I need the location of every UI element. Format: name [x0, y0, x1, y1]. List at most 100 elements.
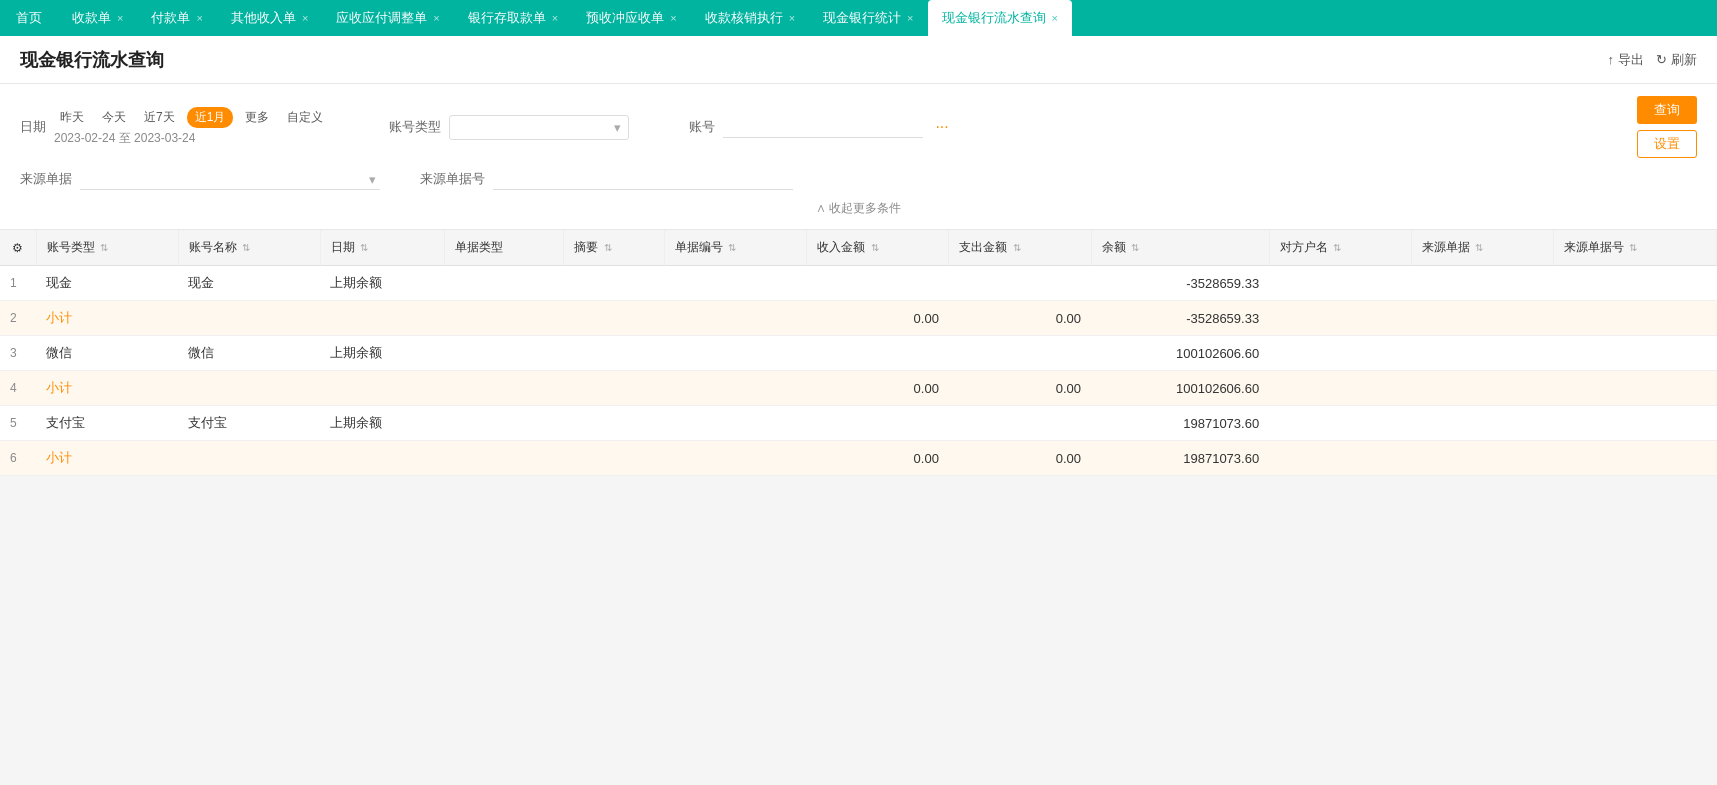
account-name-cell	[178, 301, 320, 336]
source-doc-cell	[1411, 371, 1553, 406]
sort-expense-icon[interactable]: ⇅	[1013, 242, 1021, 253]
th-date[interactable]: 日期 ⇅	[320, 230, 444, 266]
date-btn-1month[interactable]: 近1月	[187, 107, 234, 128]
table-settings-icon[interactable]: ⚙	[12, 241, 23, 255]
doc-number-cell	[665, 441, 807, 476]
nav-tab-1[interactable]: 付款单 ×	[137, 0, 216, 36]
source-doc-num-cell	[1554, 441, 1717, 476]
source-doc-select[interactable]	[80, 168, 380, 190]
nav-tab-0[interactable]: 收款单 ×	[58, 0, 137, 36]
date-cell: 上期余额	[320, 336, 444, 371]
nav-tab-8[interactable]: 现金银行流水查询 ×	[928, 0, 1072, 36]
date-btn-7days[interactable]: 近7天	[138, 107, 181, 128]
th-settings[interactable]: ⚙	[0, 230, 36, 266]
close-tab-6-icon[interactable]: ×	[789, 0, 795, 36]
date-btn-more[interactable]: 更多	[239, 107, 275, 128]
action-buttons: 查询 设置	[1637, 96, 1697, 158]
sort-summary-icon[interactable]: ⇅	[604, 242, 612, 253]
nav-tab-2[interactable]: 其他收入单 ×	[217, 0, 322, 36]
source-doc-num-cell	[1554, 371, 1717, 406]
close-tab-7-icon[interactable]: ×	[907, 0, 913, 36]
table-row: 6小计0.000.0019871073.60	[0, 441, 1717, 476]
sort-account-name-icon[interactable]: ⇅	[242, 242, 250, 253]
date-btn-yesterday[interactable]: 昨天	[54, 107, 90, 128]
sort-source-doc-num-icon[interactable]: ⇅	[1629, 242, 1637, 253]
close-tab-0-icon[interactable]: ×	[117, 0, 123, 36]
counterparty-cell	[1269, 406, 1411, 441]
th-source-doc-num[interactable]: 来源单据号 ⇅	[1554, 230, 1717, 266]
th-account-name[interactable]: 账号名称 ⇅	[178, 230, 320, 266]
date-btn-custom[interactable]: 自定义	[281, 107, 329, 128]
th-expense[interactable]: 支出金额 ⇅	[949, 230, 1091, 266]
sort-account-type-icon[interactable]: ⇅	[100, 242, 108, 253]
table-row: 3微信微信上期余额100102606.60	[0, 336, 1717, 371]
account-label: 账号	[689, 118, 715, 136]
nav-tab-7[interactable]: 现金银行统计 ×	[809, 0, 927, 36]
sort-balance-icon[interactable]: ⇅	[1131, 242, 1139, 253]
source-doc-num-input[interactable]	[493, 168, 793, 190]
nav-tab-5[interactable]: 预收冲应收单 ×	[572, 0, 690, 36]
account-type-select[interactable]	[449, 115, 629, 140]
account-picker-btn[interactable]: ···	[931, 118, 952, 136]
row-number: 4	[0, 371, 36, 406]
account-type-cell: 小计	[36, 301, 178, 336]
source-doc-filter: 来源单据	[20, 168, 380, 190]
sort-source-doc-icon[interactable]: ⇅	[1475, 242, 1483, 253]
source-doc-cell	[1411, 406, 1553, 441]
th-income[interactable]: 收入金额 ⇅	[807, 230, 949, 266]
source-doc-cell	[1411, 301, 1553, 336]
counterparty-cell	[1269, 266, 1411, 301]
row-number: 1	[0, 266, 36, 301]
th-summary[interactable]: 摘要 ⇅	[564, 230, 665, 266]
expense-cell: 0.00	[949, 301, 1091, 336]
export-button[interactable]: ↑ 导出	[1608, 51, 1645, 69]
nav-tab-3[interactable]: 应收应付调整单 ×	[322, 0, 453, 36]
top-navigation: 首页 收款单 × 付款单 × 其他收入单 × 应收应付调整单 × 银行存取款单 …	[0, 0, 1717, 36]
th-account-type[interactable]: 账号类型 ⇅	[36, 230, 178, 266]
nav-home[interactable]: 首页	[0, 0, 58, 36]
doc-number-cell	[665, 266, 807, 301]
close-tab-1-icon[interactable]: ×	[196, 0, 202, 36]
table-body: 1现金现金上期余额-3528659.332小计0.000.00-3528659.…	[0, 266, 1717, 476]
close-tab-2-icon[interactable]: ×	[302, 0, 308, 36]
account-type-filter: 账号类型	[389, 115, 629, 140]
close-tab-8-icon[interactable]: ×	[1052, 0, 1058, 36]
table-row: 1现金现金上期余额-3528659.33	[0, 266, 1717, 301]
th-balance[interactable]: 余额 ⇅	[1091, 230, 1269, 266]
th-counterparty[interactable]: 对方户名 ⇅	[1269, 230, 1411, 266]
query-button[interactable]: 查询	[1637, 96, 1697, 124]
settings-button[interactable]: 设置	[1637, 130, 1697, 158]
page-title: 现金银行流水查询	[20, 48, 164, 72]
source-doc-select-container	[80, 168, 380, 190]
account-name-cell	[178, 371, 320, 406]
income-cell	[807, 336, 949, 371]
account-type-label: 账号类型	[389, 118, 441, 136]
counterparty-cell	[1269, 441, 1411, 476]
sort-income-icon[interactable]: ⇅	[871, 242, 879, 253]
nav-tab-6[interactable]: 收款核销执行 ×	[691, 0, 809, 36]
close-tab-3-icon[interactable]: ×	[433, 0, 439, 36]
source-doc-cell	[1411, 336, 1553, 371]
source-doc-cell	[1411, 266, 1553, 301]
sort-counterparty-icon[interactable]: ⇅	[1333, 242, 1341, 253]
collapse-filters-button[interactable]: ∧ 收起更多条件	[20, 196, 1697, 221]
account-input[interactable]	[723, 116, 923, 138]
sort-date-icon[interactable]: ⇅	[360, 242, 368, 253]
close-tab-5-icon[interactable]: ×	[670, 0, 676, 36]
account-name-cell	[178, 441, 320, 476]
filter-row-2: 来源单据 来源单据号	[20, 168, 1697, 190]
summary-cell	[564, 406, 665, 441]
th-doc-number[interactable]: 单据编号 ⇅	[665, 230, 807, 266]
account-type-cell: 微信	[36, 336, 178, 371]
income-cell: 0.00	[807, 441, 949, 476]
close-tab-4-icon[interactable]: ×	[552, 0, 558, 36]
refresh-button[interactable]: ↻ 刷新	[1656, 51, 1697, 69]
income-cell	[807, 266, 949, 301]
th-source-doc[interactable]: 来源单据 ⇅	[1411, 230, 1553, 266]
date-cell: 上期余额	[320, 266, 444, 301]
date-btn-today[interactable]: 今天	[96, 107, 132, 128]
counterparty-cell	[1269, 336, 1411, 371]
balance-cell: 100102606.60	[1091, 371, 1269, 406]
sort-doc-number-icon[interactable]: ⇅	[728, 242, 736, 253]
nav-tab-4[interactable]: 银行存取款单 ×	[454, 0, 572, 36]
